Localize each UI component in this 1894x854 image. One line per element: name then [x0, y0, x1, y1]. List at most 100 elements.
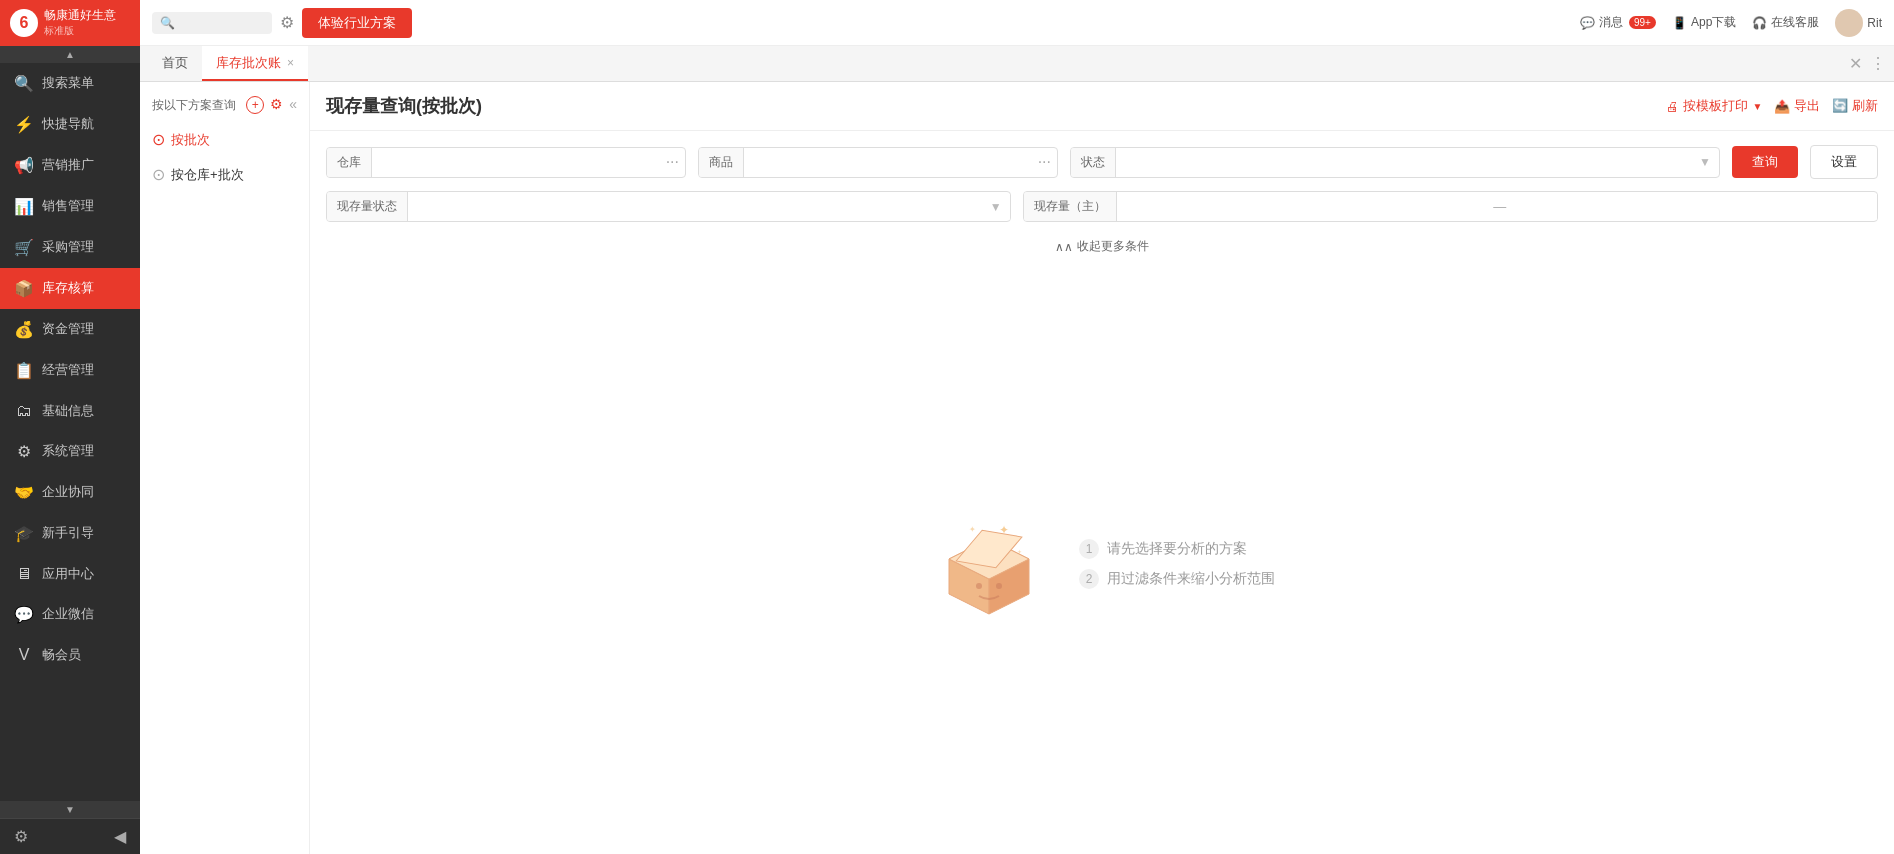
warehouse-batch-icon: ⊙ — [152, 165, 165, 184]
print-button[interactable]: 🖨 按模板打印 ▼ — [1666, 97, 1762, 115]
sidebar-item-wechat[interactable]: 💬 企业微信 — [0, 594, 140, 635]
print-dropdown-icon[interactable]: ▼ — [1752, 101, 1762, 112]
stock-status-label: 现存量状态 — [327, 192, 408, 221]
stock-qty-separator: — — [1489, 199, 1510, 214]
sidebar-title: 畅康通好生意 — [44, 8, 116, 24]
filter-collapse-btn[interactable]: ∧∧ 收起更多条件 — [326, 234, 1878, 259]
shortcut-icon: ⚡ — [14, 115, 34, 134]
sidebar-item-purchase[interactable]: 🛒采购管理 — [0, 227, 140, 268]
sidebar-item-basic[interactable]: 🗂基础信息 — [0, 391, 140, 431]
tip-1-text: 请先选择要分析的方案 — [1107, 540, 1247, 558]
sidebar-item-apps[interactable]: 🖥应用中心 — [0, 554, 140, 594]
sidebar-item-label: 销售管理 — [42, 197, 94, 215]
sidebar-item-operations[interactable]: 📋经营管理 — [0, 350, 140, 391]
sidebar-item-system[interactable]: ⚙ 系统管理 — [0, 431, 140, 472]
page-title-bar: 现存量查询(按批次) 🖨 按模板打印 ▼ 📤 导出 🔄 刷新 — [310, 82, 1894, 131]
main-area: 🔍 ⚙ 体验行业方案 💬 消息 99+ 📱 App下载 🎧 在线客服 R — [140, 0, 1894, 854]
stock-status-field: 现存量状态 ▼ — [326, 191, 1011, 222]
topbar-gear-icon[interactable]: ⚙ — [280, 13, 294, 32]
search-icon: 🔍 — [160, 16, 175, 30]
panel-item-by-batch[interactable]: ⊙ 按批次 — [140, 122, 309, 157]
message-icon: 💬 — [1580, 16, 1595, 30]
sidebar-item-label: 资金管理 — [42, 320, 94, 338]
topbar-left: 🔍 ⚙ 体验行业方案 — [152, 8, 1570, 38]
svg-text:✦: ✦ — [969, 525, 976, 534]
panel-item-by-warehouse-batch[interactable]: ⊙ 按仓库+批次 — [140, 157, 309, 192]
sidebar-scroll-down[interactable]: ▼ — [0, 801, 140, 818]
warehouse-input[interactable] — [372, 149, 660, 175]
empty-tip-2: 2 用过滤条件来缩小分析范围 — [1079, 569, 1275, 589]
tip-2-num: 2 — [1079, 569, 1099, 589]
sidebar-item-enterprise[interactable]: 🤝企业协同 — [0, 472, 140, 513]
sidebar-item-label: 应用中心 — [42, 565, 94, 583]
sidebar-bottom: ⚙ ◀ — [0, 818, 140, 854]
collapse-sidebar-icon[interactable]: ◀ — [114, 827, 126, 846]
tip-2-text: 用过滤条件来缩小分析范围 — [1107, 570, 1275, 588]
settings-icon[interactable]: ⚙ — [14, 827, 28, 846]
search-area[interactable]: 🔍 — [152, 12, 272, 34]
stock-status-select[interactable]: ▼ — [408, 194, 1010, 220]
warehouse-more-icon[interactable]: ··· — [660, 153, 685, 171]
search-icon: 🔍 — [14, 74, 34, 93]
sidebar-item-member[interactable]: V畅会员 — [0, 635, 140, 675]
goods-field: 商品 ··· — [698, 147, 1058, 178]
refresh-icon: 🔄 — [1832, 98, 1848, 113]
title-actions: 🖨 按模板打印 ▼ 📤 导出 🔄 刷新 — [1666, 97, 1878, 115]
empty-tip-1: 1 请先选择要分析的方案 — [1079, 539, 1275, 559]
batch-active-icon: ⊙ — [152, 130, 165, 149]
query-button[interactable]: 查询 — [1732, 146, 1798, 178]
sidebar-nav: 🔍搜索菜单⚡快捷导航📢营销推广 📊 销售管理 🛒采购管理📦库存核算 💰 资金管理 📋经营管理… — [0, 63, 140, 801]
app-download-action[interactable]: 📱 App下载 — [1672, 14, 1736, 31]
tab-inventory-batch[interactable]: 库存批次账 × — [202, 46, 308, 81]
settings-button[interactable]: 设置 — [1810, 145, 1878, 179]
sidebar-item-marketing[interactable]: 📢营销推广 — [0, 145, 140, 186]
tab-close-icon[interactable]: × — [287, 56, 294, 70]
export-button[interactable]: 📤 导出 — [1774, 97, 1820, 115]
sidebar-item-finance[interactable]: 💰 资金管理 — [0, 309, 140, 350]
online-service-action[interactable]: 🎧 在线客服 — [1752, 14, 1819, 31]
goods-input[interactable] — [744, 149, 1032, 175]
user-avatar-area[interactable]: Rit — [1835, 9, 1882, 37]
wechat-icon: 💬 — [14, 605, 34, 624]
sidebar: 6 畅康通好生意 标准版 ▲ 🔍搜索菜单⚡快捷导航📢营销推广📊销售管理🛒采购管理… — [0, 0, 140, 854]
finance-icon: 💰 — [14, 320, 34, 339]
tab-home[interactable]: 首页 — [148, 46, 202, 81]
panel-header: 按以下方案查询 + ⚙ « — [140, 92, 309, 122]
sidebar-item-label: 基础信息 — [42, 402, 94, 420]
refresh-button[interactable]: 🔄 刷新 — [1832, 97, 1878, 115]
goods-label: 商品 — [699, 148, 744, 177]
stock-qty-to-input[interactable] — [1516, 194, 1877, 220]
tab-menu-icon[interactable]: ⋮ — [1870, 54, 1886, 73]
status-field: 状态 ▼ — [1070, 147, 1720, 178]
svg-text:✦: ✦ — [1017, 549, 1022, 555]
sidebar-item-sales[interactable]: 📊 销售管理 — [0, 186, 140, 227]
sidebar-item-label: 采购管理 — [42, 238, 94, 256]
sidebar-item-label: 系统管理 — [42, 442, 94, 460]
panel-settings-icon[interactable]: ⚙ — [270, 96, 283, 114]
sales-icon: 📊 — [14, 197, 34, 216]
sidebar-scroll-up[interactable]: ▲ — [0, 46, 140, 63]
panel-add-icon[interactable]: + — [246, 96, 264, 114]
system-icon: ⚙ — [14, 442, 34, 461]
sidebar-item-newbie[interactable]: 🎓新手引导 — [0, 513, 140, 554]
sidebar-item-label: 库存核算 — [42, 279, 94, 297]
stock-qty-from-input[interactable] — [1123, 194, 1484, 220]
sidebar-item-label: 营销推广 — [42, 156, 94, 174]
headset-icon: 🎧 — [1752, 16, 1767, 30]
svg-text:✦: ✦ — [999, 523, 1009, 537]
status-select[interactable]: ▼ — [1116, 149, 1719, 175]
sidebar-item-shortcut[interactable]: ⚡快捷导航 — [0, 104, 140, 145]
trial-industry-button[interactable]: 体验行业方案 — [302, 8, 412, 38]
messages-action[interactable]: 💬 消息 99+ — [1580, 14, 1656, 31]
empty-tips: 1 请先选择要分析的方案 2 用过滤条件来缩小分析范围 — [1079, 539, 1275, 589]
warehouse-field: 仓库 ··· — [326, 147, 686, 178]
filter-area: 仓库 ··· 商品 ··· 状态 ▼ — [310, 131, 1894, 273]
panel-collapse-icon[interactable]: « — [289, 96, 297, 114]
tab-close-right-icon[interactable]: ✕ — [1849, 54, 1862, 73]
status-dropdown-icon: ▼ — [1699, 155, 1711, 169]
sidebar-item-search[interactable]: 🔍搜索菜单 — [0, 63, 140, 104]
sidebar-item-label: 企业微信 — [42, 605, 94, 623]
goods-more-icon[interactable]: ··· — [1032, 153, 1057, 171]
filter-row-2: 现存量状态 ▼ 现存量（主） — — [326, 191, 1878, 222]
sidebar-item-inventory[interactable]: 📦库存核算 — [0, 268, 140, 309]
